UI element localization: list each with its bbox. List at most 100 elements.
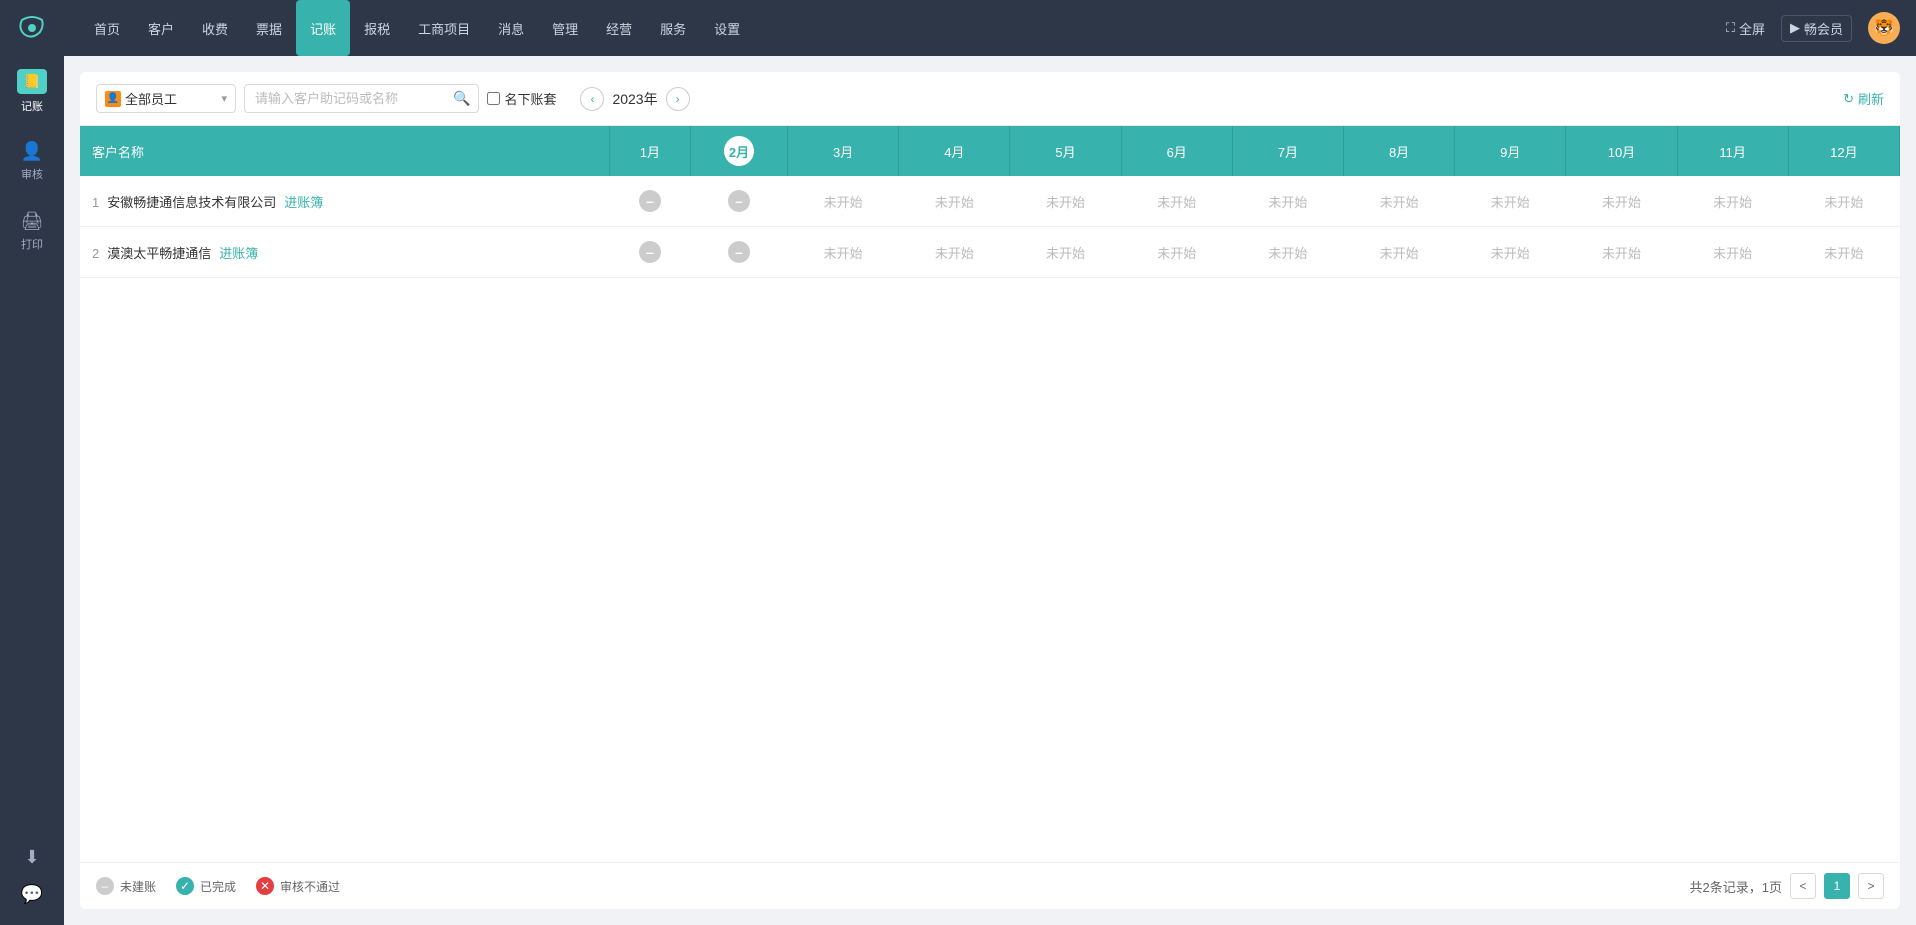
nav-customer[interactable]: 客户 <box>134 0 188 56</box>
row-number: 1 <box>92 195 99 210</box>
not-started-label: 未开始 <box>1157 246 1196 261</box>
not-started-label: 未开始 <box>1380 246 1419 261</box>
toolbar: 👤 全部员工 ▾ 🔍 名下账套 ‹ 2023年 › <box>80 72 1900 126</box>
row-month-2[interactable]: – <box>691 227 788 278</box>
nav-business[interactable]: 工商项目 <box>404 0 484 56</box>
my-accounts-checkbox-label[interactable]: 名下账套 <box>487 89 556 108</box>
total-text: 共2条记录，1页 <box>1690 877 1782 896</box>
page-content: 👤 全部员工 ▾ 🔍 名下账套 ‹ 2023年 › <box>64 56 1916 925</box>
not-started-label: 未开始 <box>1157 195 1196 210</box>
not-started-label: 未开始 <box>1268 246 1307 261</box>
my-accounts-checkbox[interactable] <box>487 92 500 105</box>
nav-message[interactable]: 消息 <box>484 0 538 56</box>
year-navigation: ‹ 2023年 › <box>580 87 689 111</box>
bookkeeping-table: 客户名称 1月 2月 3月 4月 <box>80 126 1900 278</box>
not-started-label: 未开始 <box>1380 195 1419 210</box>
row-month-4: 未开始 <box>899 227 1010 278</box>
row-month-7: 未开始 <box>1232 176 1343 227</box>
dash-icon[interactable]: – <box>639 241 661 263</box>
row-month-10: 未开始 <box>1566 227 1677 278</box>
dash-icon[interactable]: – <box>728 190 750 212</box>
nav-home[interactable]: 首页 <box>80 0 134 56</box>
refresh-button[interactable]: ↻ 刷新 <box>1843 89 1884 108</box>
row-month-6: 未开始 <box>1121 227 1232 278</box>
row-month-1[interactable]: – <box>609 227 690 278</box>
row-name-cell: 1 安徽畅捷通信息技术有限公司进账簿 <box>80 176 609 227</box>
row-month-4: 未开始 <box>899 176 1010 227</box>
top-navigation: 首页 客户 收费 票据 记账 报税 工商项目 消息 管理 经营 服务 设置 ⛶ … <box>64 0 1916 56</box>
legend-rejected: ✕ 审核不通过 <box>256 877 340 895</box>
legend-not-built: – 未建账 <box>96 877 156 895</box>
enter-ledger-link[interactable]: 进账簿 <box>219 246 258 261</box>
print-icon: 🖨 <box>21 211 44 232</box>
nav-settings[interactable]: 设置 <box>700 0 754 56</box>
nav-bookkeeping[interactable]: 记账 <box>296 0 350 56</box>
sidebar-item-bookkeeping[interactable]: 📒 记账 <box>0 56 64 126</box>
vip-button[interactable]: ▶ 畅会员 <box>1781 15 1852 42</box>
next-page-button[interactable]: > <box>1858 873 1884 899</box>
download-icon[interactable]: ⬇ <box>24 847 39 868</box>
next-year-button[interactable]: › <box>666 87 690 111</box>
not-started-label: 未开始 <box>935 195 974 210</box>
col-header-m8: 8月 <box>1343 126 1454 176</box>
col-header-m3: 3月 <box>788 126 899 176</box>
active-month-badge: 2月 <box>724 136 754 166</box>
search-icon: 🔍 <box>453 90 470 106</box>
not-started-label: 未开始 <box>935 246 974 261</box>
year-label: 2023年 <box>612 89 657 109</box>
table-row: 2漠澳太平畅捷通信进账簿––未开始未开始未开始未开始未开始未开始未开始未开始未开… <box>80 227 1900 278</box>
row-number: 2 <box>92 246 99 261</box>
nav-operation[interactable]: 经营 <box>592 0 646 56</box>
customer-name: 漠澳太平畅捷通信 <box>107 246 211 261</box>
prev-page-button[interactable]: < <box>1790 873 1816 899</box>
row-month-11: 未开始 <box>1677 227 1788 278</box>
row-month-9: 未开始 <box>1455 176 1566 227</box>
dash-icon[interactable]: – <box>639 190 661 212</box>
not-started-label: 未开始 <box>1491 246 1530 261</box>
fullscreen-button[interactable]: ⛶ 全屏 <box>1726 19 1765 38</box>
nav-invoice[interactable]: 票据 <box>242 0 296 56</box>
employee-select[interactable]: 👤 全部员工 ▾ <box>96 84 236 113</box>
nav-fee[interactable]: 收费 <box>188 0 242 56</box>
audit-icon: 👤 <box>21 141 43 162</box>
rejected-icon: ✕ <box>256 877 274 895</box>
not-started-label: 未开始 <box>1713 195 1752 210</box>
row-month-8: 未开始 <box>1343 176 1454 227</box>
row-month-9: 未开始 <box>1455 227 1566 278</box>
dash-icon[interactable]: – <box>728 241 750 263</box>
search-button[interactable]: 🔍 <box>445 85 478 112</box>
main-content: 首页 客户 收费 票据 记账 报税 工商项目 消息 管理 经营 服务 设置 ⛶ … <box>64 0 1916 925</box>
nav-manage[interactable]: 管理 <box>538 0 592 56</box>
nav-tax[interactable]: 报税 <box>350 0 404 56</box>
app-logo <box>0 0 64 56</box>
not-started-label: 未开始 <box>824 246 863 261</box>
row-month-5: 未开始 <box>1010 227 1121 278</box>
col-header-m1: 1月 <box>609 126 690 176</box>
fullscreen-icon: ⛶ <box>1726 20 1735 36</box>
completed-icon: ✓ <box>176 877 194 895</box>
row-month-3: 未开始 <box>788 227 899 278</box>
table-wrap: 客户名称 1月 2月 3月 4月 <box>80 126 1900 862</box>
enter-ledger-link[interactable]: 进账簿 <box>284 195 323 210</box>
row-month-2[interactable]: – <box>691 176 788 227</box>
sidebar-item-audit[interactable]: 👤 审核 <box>0 126 64 196</box>
employee-icon: 👤 <box>105 91 121 107</box>
nav-service[interactable]: 服务 <box>646 0 700 56</box>
user-avatar[interactable]: 🐯 <box>1868 12 1900 44</box>
not-started-label: 未开始 <box>824 195 863 210</box>
not-started-label: 未开始 <box>1046 246 1085 261</box>
chevron-down-icon: ▾ <box>221 92 227 105</box>
search-input[interactable] <box>245 86 445 111</box>
sidebar-item-print[interactable]: 🖨 打印 <box>0 196 64 266</box>
col-header-name: 客户名称 <box>80 126 609 176</box>
row-month-5: 未开始 <box>1010 176 1121 227</box>
support-icon[interactable]: 💬 <box>21 884 43 905</box>
legend-completed: ✓ 已完成 <box>176 877 236 895</box>
not-started-label: 未开始 <box>1046 195 1085 210</box>
prev-year-button[interactable]: ‹ <box>580 87 604 111</box>
row-month-1[interactable]: – <box>609 176 690 227</box>
topnav-right: ⛶ 全屏 ▶ 畅会员 🐯 <box>1726 12 1900 44</box>
page-1-button[interactable]: 1 <box>1824 873 1850 899</box>
table-row: 1 安徽畅捷通信息技术有限公司进账簿 – – 未开始 未开始 未开始 未开始 未开始 未开始 未开始… <box>80 176 1900 227</box>
customer-name: 安徽畅捷通信息技术有限公司 <box>107 195 276 210</box>
